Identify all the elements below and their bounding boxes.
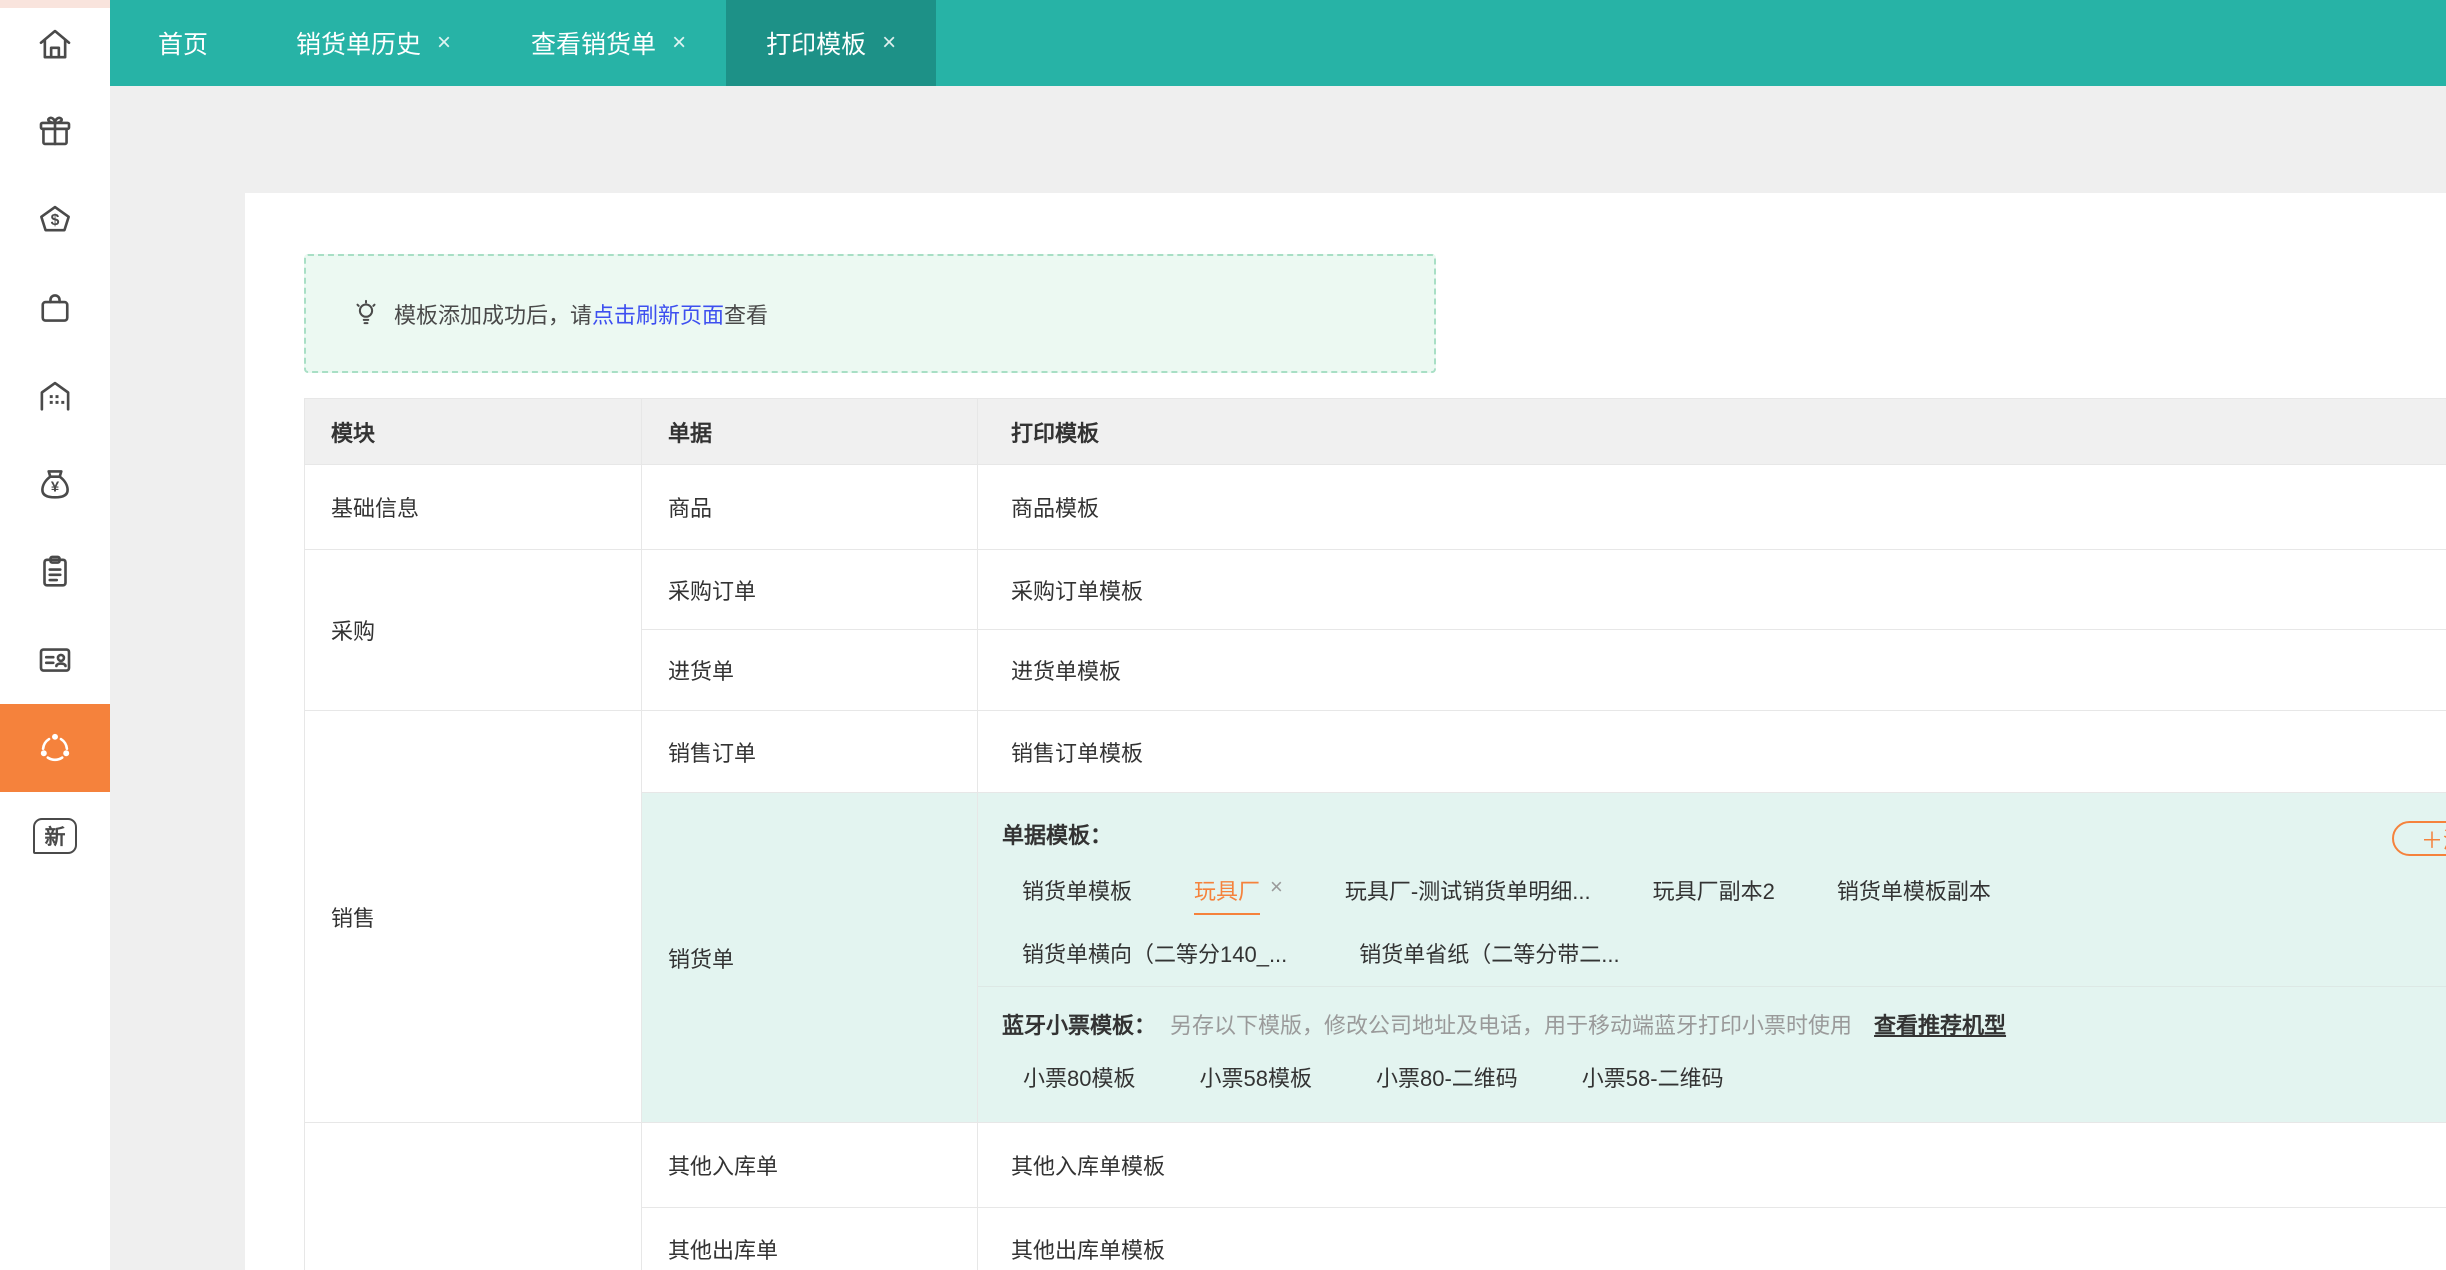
template-link[interactable]: 小票58-二维码: [1582, 1061, 1724, 1093]
bluetooth-ticket-section: 蓝牙小票模板： 另存以下模版，修改公司地址及电话，用于移动端蓝牙打印小票时使用 …: [978, 987, 2446, 1093]
sidebar-item-sales-store[interactable]: $: [0, 176, 110, 264]
bluetooth-templates-hint: 另存以下模版，修改公司地址及电话，用于移动端蓝牙打印小票时使用: [1170, 1013, 1853, 1038]
content-background: 模板添加成功后，请 点击刷新页面 查看 模块 单据 打印模板 基础信息 商品 商品模…: [110, 86, 2446, 1270]
close-icon[interactable]: ×: [672, 31, 686, 55]
sidebar-item-share[interactable]: [0, 704, 110, 792]
svg-text:¥: ¥: [51, 480, 60, 496]
document-templates-label: 单据模板：: [1002, 823, 1113, 848]
money-bag-icon: ¥: [41, 470, 69, 499]
sidebar-item-warehouse[interactable]: [0, 352, 110, 440]
new-badge-icon: 新: [33, 818, 77, 854]
template-list-row-1: 销货单模板 玩具厂 × 玩具厂-测试销货单明细... 玩具厂副本2 销货单模板副…: [1022, 874, 2446, 915]
close-icon[interactable]: ×: [1270, 874, 1283, 900]
document-cell: 进货单: [642, 630, 978, 711]
refresh-page-link[interactable]: 点击刷新页面: [592, 298, 724, 330]
module-cell: 采购: [305, 550, 642, 711]
document-templates-section: 单据模板： ＋添加 销货单模板 玩具厂 × 玩具厂-测试销货单明细... 玩具厂…: [978, 793, 2446, 987]
warehouse-icon: [40, 381, 70, 411]
sidebar-item-purchase-bag[interactable]: [0, 264, 110, 352]
lightbulb-icon: [356, 299, 376, 324]
column-header-module: 模块: [305, 399, 642, 465]
template-link[interactable]: 进货单模板: [978, 630, 2446, 711]
sidebar-item-contacts[interactable]: [0, 616, 110, 704]
sidebar-item-whats-new[interactable]: 新: [0, 792, 110, 880]
svg-text:$: $: [51, 212, 60, 229]
bag-icon: [41, 294, 69, 322]
template-link[interactable]: 玩具厂副本2: [1653, 874, 1775, 906]
template-list-row-2: 销货单横向（二等分140_... 销货单省纸（二等分带二...: [1022, 937, 2446, 969]
template-link[interactable]: 商品模板: [978, 465, 2446, 550]
document-cell-sales-order: 销货单: [642, 793, 978, 1123]
template-link[interactable]: 销售订单模板: [978, 711, 2446, 793]
template-link[interactable]: 其他入库单模板: [978, 1123, 2446, 1208]
notice-text-after: 查看: [724, 302, 769, 328]
column-header-document: 单据: [642, 399, 978, 465]
tab-label: 查看销货单: [531, 31, 657, 59]
print-template-table: 模块 单据 打印模板 基础信息 商品 商品模板 采购 采购订单 采购订单模板 进…: [304, 398, 2446, 1270]
template-link[interactable]: 销货单模板副本: [1837, 874, 1991, 906]
module-cell: [305, 1123, 642, 1270]
tab-print-template[interactable]: 打印模板 ×: [726, 0, 937, 86]
add-template-button[interactable]: ＋添加: [2392, 821, 2446, 856]
template-link[interactable]: 小票80模板: [1023, 1061, 1135, 1093]
tab-label: 销货单历史: [296, 31, 422, 59]
clipboard-icon: [43, 555, 67, 587]
tab-view-sales-order[interactable]: 查看销货单 ×: [491, 0, 726, 86]
template-link[interactable]: 玩具厂-测试销货单明细...: [1345, 874, 1591, 906]
share-icon: [40, 733, 70, 762]
app-window: $ ¥ 新 首页 销货单历史 × 查看销货单 × 打印模板 × 模板添加成功后，…: [0, 0, 2446, 1270]
sidebar-item-gift[interactable]: [0, 88, 110, 176]
template-link-selected[interactable]: 玩具厂 ×: [1194, 874, 1283, 915]
document-cell: 其他入库单: [642, 1123, 978, 1208]
template-link[interactable]: 小票58模板: [1199, 1061, 1311, 1093]
template-link[interactable]: 其他出库单模板: [978, 1208, 2446, 1270]
contact-card-icon: [39, 648, 71, 672]
tab-label: 打印模板: [766, 31, 867, 59]
sidebar: $ ¥ 新: [0, 0, 110, 1270]
document-cell: 采购订单: [642, 550, 978, 630]
document-cell: 商品: [642, 465, 978, 550]
sidebar-item-home[interactable]: [0, 0, 110, 88]
tab-bar: 首页 销货单历史 × 查看销货单 × 打印模板 ×: [110, 0, 2446, 86]
store-dollar-icon: $: [40, 205, 70, 232]
close-icon[interactable]: ×: [882, 31, 896, 55]
sales-order-template-cell: 单据模板： ＋添加 销货单模板 玩具厂 × 玩具厂-测试销货单明细... 玩具厂…: [978, 793, 2446, 1123]
template-link[interactable]: 采购订单模板: [978, 550, 2446, 630]
tab-label: 首页: [158, 31, 209, 59]
template-link[interactable]: 销货单模板: [1022, 874, 1132, 906]
gift-icon: [39, 116, 71, 146]
bluetooth-templates-label: 蓝牙小票模板：: [1002, 1013, 1157, 1038]
document-cell: 销售订单: [642, 711, 978, 793]
notice-banner: 模板添加成功后，请 点击刷新页面 查看: [304, 254, 1436, 373]
sidebar-item-finance[interactable]: ¥: [0, 440, 110, 528]
ticket-template-list: 小票80模板 小票58模板 小票80-二维码 小票58-二维码: [1023, 1061, 2446, 1093]
template-link[interactable]: 销货单横向（二等分140_...: [1022, 937, 1287, 969]
module-cell: 销售: [305, 711, 642, 1123]
close-icon[interactable]: ×: [437, 31, 451, 55]
template-link[interactable]: 销货单省纸（二等分带二...: [1359, 937, 1619, 969]
tab-home[interactable]: 首页: [110, 0, 256, 86]
home-icon: [39, 29, 71, 59]
content-panel: 模板添加成功后，请 点击刷新页面 查看 模块 单据 打印模板 基础信息 商品 商品模…: [245, 193, 2446, 1270]
tab-sales-history[interactable]: 销货单历史 ×: [256, 0, 491, 86]
module-cell: 基础信息: [305, 465, 642, 550]
document-cell: 其他出库单: [642, 1208, 978, 1270]
recommended-models-link[interactable]: 查看推荐机型: [1874, 1008, 2006, 1040]
notice-text-before: 模板添加成功后，请: [394, 302, 593, 328]
template-link[interactable]: 小票80-二维码: [1376, 1061, 1518, 1093]
column-header-print-template: 打印模板: [978, 399, 2446, 465]
sidebar-item-orders[interactable]: [0, 528, 110, 616]
